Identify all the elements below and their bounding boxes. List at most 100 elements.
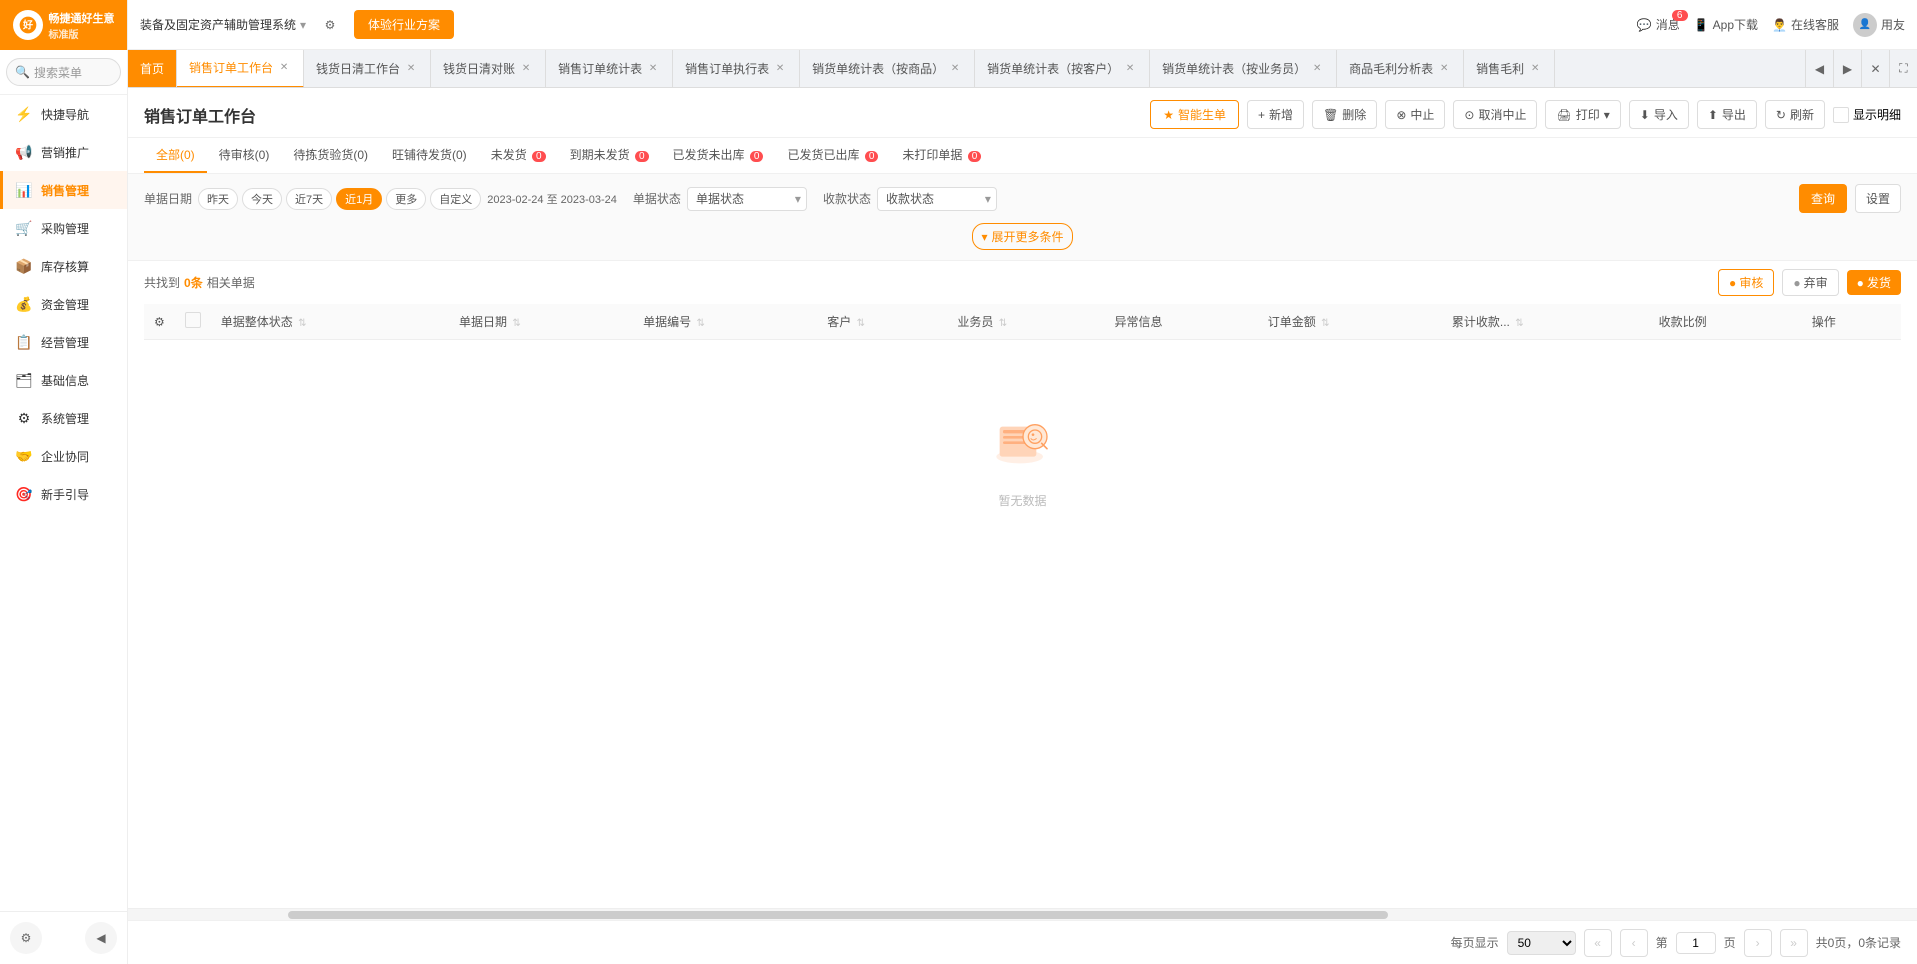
tab-sales-by-product[interactable]: 销货单统计表（按商品） ✕ [800,50,975,88]
smart-create-button[interactable]: ★ 智能生单 [1150,100,1239,129]
revoke-button[interactable]: ● 弃审 [1782,269,1838,296]
tab-profit-analysis-close[interactable]: ✕ [1437,62,1451,76]
col-number[interactable]: 单据编号 ⇅ [633,304,817,340]
sidebar-item-basic[interactable]: 🗂 基础信息 [0,361,127,399]
scrollbar-thumb[interactable] [288,911,1388,919]
pagination-page-input[interactable] [1676,932,1716,954]
sidebar-item-finance[interactable]: 💰 资金管理 [0,285,127,323]
cancel-suspend-button[interactable]: ⊙ 取消中止 [1453,100,1537,129]
topbar-settings-button[interactable]: ⚙ [316,11,344,39]
tab-sales-workbench-close[interactable]: ✕ [277,61,291,75]
pagination-prev-btn[interactable]: ‹ [1620,929,1648,957]
deliver-button[interactable]: ● 发货 [1847,270,1901,295]
print-button[interactable]: 🖨 打印 ▾ [1545,100,1620,129]
tab-scroll-right[interactable]: ▶ [1833,50,1861,88]
import-button[interactable]: ⬇ 导入 [1629,100,1689,129]
col-status[interactable]: 单据整体状态 ⇅ [211,304,449,340]
tab-close-current[interactable]: ✕ [1861,50,1889,88]
pagination-next-btn[interactable]: › [1744,929,1772,957]
tab-cash-reconcile[interactable]: 钱货日清对账 ✕ [431,50,546,88]
filter-more-btn[interactable]: 更多 [386,188,426,210]
subtab-expired-not-shipped[interactable]: 到期未发货 0 [558,138,661,173]
add-button[interactable]: + 新增 [1247,100,1304,129]
tab-sales-by-customer[interactable]: 销货单统计表（按客户） ✕ [975,50,1150,88]
sidebar-item-quicknav[interactable]: ⚡ 快捷导航 [0,95,127,133]
filter-payment-select[interactable]: 收款状态 [877,187,997,211]
filter-settings-button[interactable]: 设置 [1855,184,1901,213]
pagination-page-size-select[interactable]: 50 10 20 100 [1507,931,1576,955]
col-amount[interactable]: 订单金额 ⇅ [1258,304,1442,340]
tab-cash-daily-close[interactable]: ✕ [404,62,418,76]
sidebar-item-sales[interactable]: 📊 销售管理 [0,171,127,209]
filter-today-btn[interactable]: 今天 [242,188,282,210]
subtab-pending-review[interactable]: 待审核(0) [207,138,282,173]
tab-fullscreen[interactable]: ⛶ [1889,50,1917,88]
tab-sales-by-staff-close[interactable]: ✕ [1310,62,1324,76]
user-menu-button[interactable]: 👤 用友 [1853,13,1905,37]
subtab-not-printed[interactable]: 未打印单据 0 [890,138,993,173]
query-button[interactable]: 查询 [1799,184,1847,213]
sidebar-item-business[interactable]: 📋 经营管理 [0,323,127,361]
filter-custom-btn[interactable]: 自定义 [430,188,481,210]
pagination-first-btn[interactable]: « [1584,929,1612,957]
tab-profit-analysis[interactable]: 商品毛利分析表 ✕ [1337,50,1464,88]
show-detail-toggle[interactable]: 显示明细 [1833,106,1901,123]
subtab-all[interactable]: 全部(0) [144,138,207,173]
filter-last1month-btn[interactable]: 近1月 [336,188,382,210]
filter-last7-btn[interactable]: 近7天 [286,188,332,210]
col-collected[interactable]: 累计收款... ⇅ [1442,304,1649,340]
app-download-button[interactable]: 📱 App下载 [1694,16,1758,33]
subtab-pending-inspect[interactable]: 待拣货验货(0) [281,138,380,173]
sidebar-collapse-button[interactable]: ◀ [85,922,117,954]
tab-sales-by-staff[interactable]: 销货单统计表（按业务员） ✕ [1150,50,1337,88]
sidebar-settings-button[interactable]: ⚙ [10,922,42,954]
filter-yesterday-btn[interactable]: 昨天 [198,188,238,210]
audit-button[interactable]: ● 审核 [1718,269,1774,296]
suspend-button[interactable]: ⊗ 中止 [1385,100,1445,129]
delete-button[interactable]: 🗑 删除 [1312,100,1377,129]
system-selector[interactable]: 装备及固定资产辅助管理系统 ▾ [140,16,306,33]
message-button[interactable]: 💬 消息 6 [1637,16,1680,33]
sidebar-item-guide[interactable]: 🎯 新手引导 [0,475,127,513]
col-config[interactable]: ⚙ [144,304,175,340]
filter-expand-button[interactable]: ▾ 展开更多条件 [972,223,1072,250]
sidebar-item-system[interactable]: ⚙ 系统管理 [0,399,127,437]
select-all-checkbox[interactable] [185,312,201,328]
app-label: App下载 [1713,16,1758,33]
sidebar-item-marketing[interactable]: 📢 营销推广 [0,133,127,171]
tab-sales-exec-close[interactable]: ✕ [773,62,787,76]
filter-status-select[interactable]: 单据状态 [687,187,807,211]
export-button[interactable]: ⬆ 导出 [1697,100,1757,129]
tab-cash-daily[interactable]: 钱货日清工作台 ✕ [304,50,431,88]
subtab-not-shipped[interactable]: 未发货 0 [479,138,558,173]
tab-cash-reconcile-close[interactable]: ✕ [519,62,533,76]
tab-sales-by-product-close[interactable]: ✕ [948,62,962,76]
pagination-last-btn[interactable]: » [1780,929,1808,957]
tab-sales-profit[interactable]: 销售毛利 ✕ [1464,50,1555,88]
sidebar-item-inventory[interactable]: 📦 库存核算 [0,247,127,285]
subtab-shipped-not-out[interactable]: 已发货未出库 0 [661,138,776,173]
show-detail-checkbox[interactable] [1833,107,1849,123]
subtab-wangpu[interactable]: 旺铺待发货(0) [380,138,479,173]
tab-sales-workbench[interactable]: 销售订单工作台 ✕ [177,50,304,88]
sidebar-search-area[interactable]: 🔍 搜索菜单 [0,50,127,95]
col-check[interactable] [175,304,211,340]
sidebar-item-corp[interactable]: 🤝 企业协同 [0,437,127,475]
refresh-button[interactable]: ↻ 刷新 [1765,100,1825,129]
col-staff[interactable]: 业务员 ⇅ [947,304,1104,340]
tab-scroll-left[interactable]: ◀ [1805,50,1833,88]
tab-sales-stats-close[interactable]: ✕ [646,62,660,76]
subtab-shipped-out[interactable]: 已发货已出库 0 [775,138,890,173]
tab-home[interactable]: 首页 [128,50,177,88]
col-customer[interactable]: 客户 ⇅ [817,304,947,340]
tab-sales-by-customer-close[interactable]: ✕ [1123,62,1137,76]
tab-sales-profit-close[interactable]: ✕ [1528,62,1542,76]
col-date[interactable]: 单据日期 ⇅ [449,304,633,340]
tab-sales-exec[interactable]: 销售订单执行表 ✕ [673,50,800,88]
search-menu-button[interactable]: 🔍 搜索菜单 [6,58,121,86]
tab-sales-stats[interactable]: 销售订单统计表 ✕ [546,50,673,88]
horizontal-scrollbar[interactable] [128,908,1917,920]
sidebar-item-purchase[interactable]: 🛒 采购管理 [0,209,127,247]
online-service-button[interactable]: 👨‍💼 在线客服 [1772,16,1839,33]
industry-solution-button[interactable]: 体验行业方案 [354,10,454,39]
